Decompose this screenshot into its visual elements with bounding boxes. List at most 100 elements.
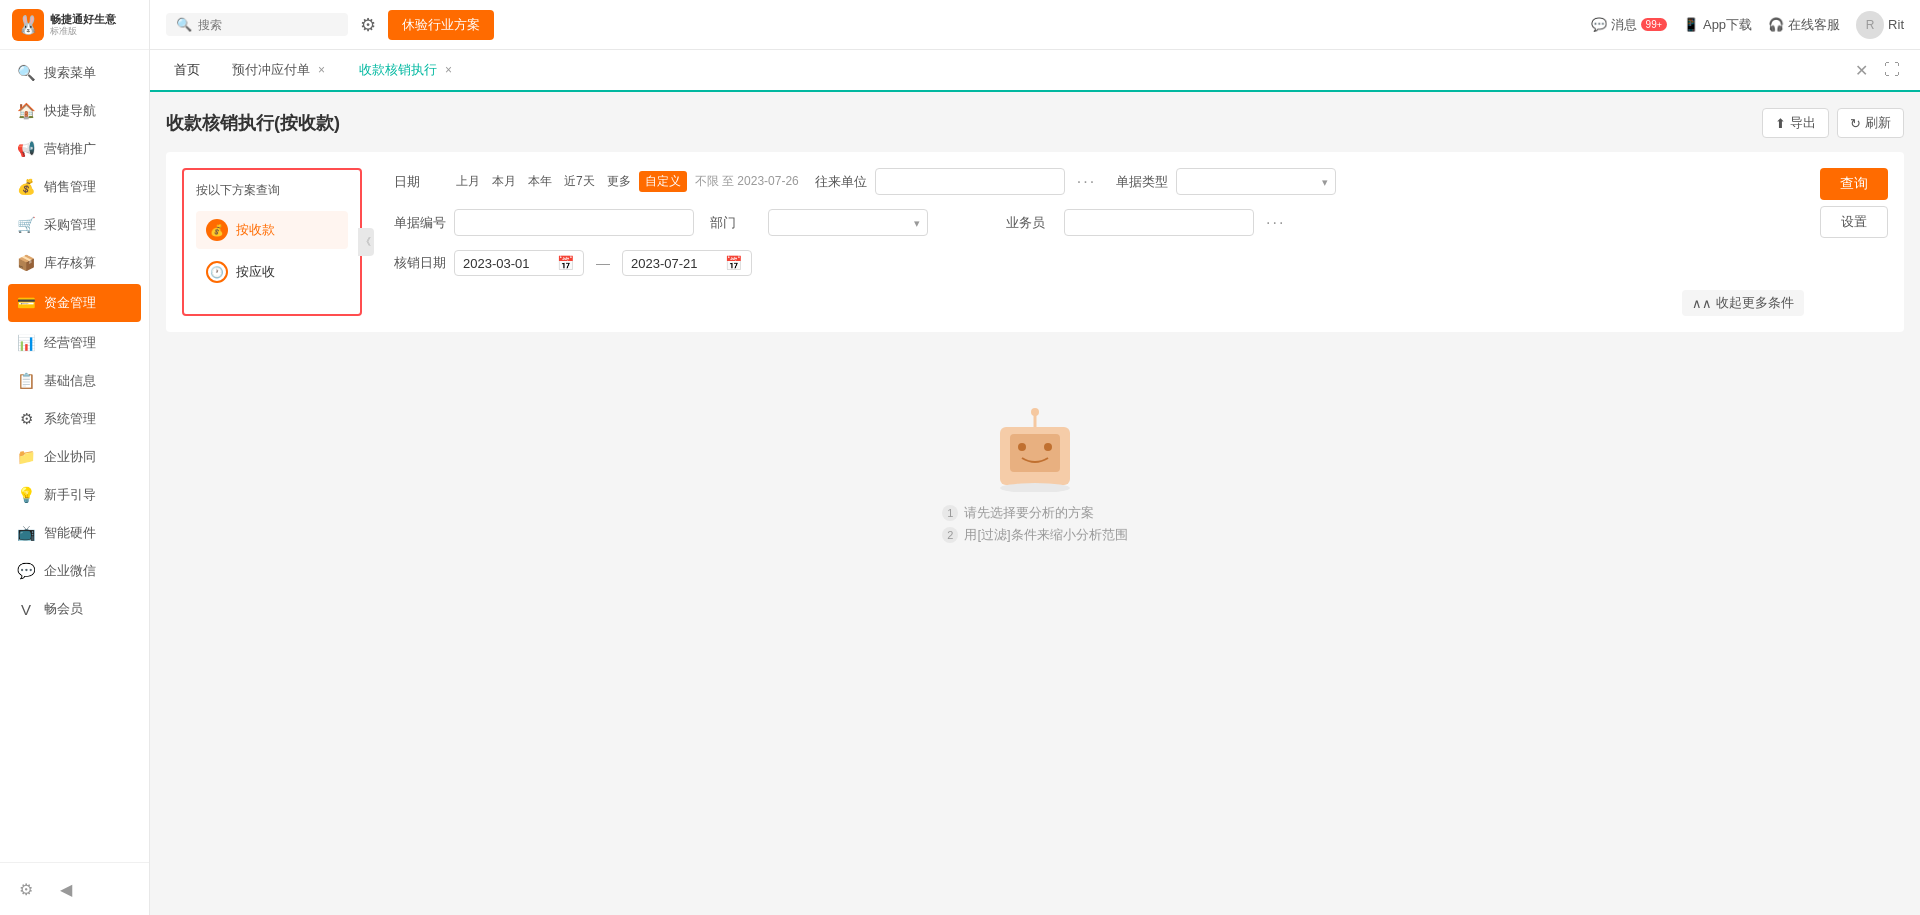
finance-label: 资金管理 bbox=[44, 294, 96, 312]
system-icon: ⚙ bbox=[16, 410, 36, 428]
sidebar-item-operations[interactable]: 📊 经营管理 bbox=[0, 324, 149, 362]
topbar: 🔍 ⚙ 休验行业方案 💬 消息 99+ 📱 App下载 🎧 在线客服 R Rit bbox=[150, 0, 1920, 50]
enterprise-label: 企业协同 bbox=[44, 448, 96, 466]
filter-by-receivable-option[interactable]: 🕐 按应收 bbox=[196, 253, 348, 291]
sales-icon: 💰 bbox=[16, 178, 36, 196]
dept-label: 部门 bbox=[710, 214, 760, 232]
sidebar-item-enterprise[interactable]: 📁 企业协同 bbox=[0, 438, 149, 476]
sidebar-item-basic-info[interactable]: 📋 基础信息 bbox=[0, 362, 149, 400]
page-content: 收款核销执行(按收款) ⬆ 导出 ↻ 刷新 按以下方案查询 💰 按收款 bbox=[150, 92, 1920, 915]
sidebar-item-inventory[interactable]: 📦 库存核算 bbox=[0, 244, 149, 282]
tab-prepay[interactable]: 预付冲应付单 × bbox=[216, 50, 343, 92]
empty-hint-2: 2 用[过滤]条件来缩小分析范围 bbox=[942, 526, 1127, 544]
user-avatar-area[interactable]: R Rit bbox=[1856, 11, 1904, 39]
sidebar-item-quick-nav[interactable]: 🏠 快捷导航 bbox=[0, 92, 149, 130]
purchase-icon: 🛒 bbox=[16, 216, 36, 234]
solution-button[interactable]: 休验行业方案 bbox=[388, 10, 494, 40]
sidebar-item-sales[interactable]: 💰 销售管理 bbox=[0, 168, 149, 206]
search-menu-label: 搜索菜单 bbox=[44, 64, 96, 82]
sidebar-item-guide[interactable]: 💡 新手引导 bbox=[0, 476, 149, 514]
export-button[interactable]: ⬆ 导出 bbox=[1762, 108, 1829, 138]
sidebar-nav: 🔍 搜索菜单 🏠 快捷导航 📢 营销推广 💰 销售管理 🛒 采购管理 📦 库存核… bbox=[0, 50, 149, 862]
filter-date-field: 日期 上月 本月 本年 近7天 更多 自定义 不限 至 2023-07-26 bbox=[394, 171, 799, 192]
tab-writeoff-label: 收款核销执行 bbox=[359, 61, 437, 79]
online-service-icon: 🎧 bbox=[1768, 17, 1784, 32]
sidebar-item-system[interactable]: ⚙ 系统管理 bbox=[0, 400, 149, 438]
partner-more-btn[interactable]: ··· bbox=[1073, 173, 1100, 191]
filter-collapse-button[interactable]: 《 bbox=[358, 228, 374, 256]
setting-button[interactable]: 设置 bbox=[1820, 206, 1888, 238]
sidebar-item-wechat[interactable]: 💬 企业微信 bbox=[0, 552, 149, 590]
user-avatar: R bbox=[1856, 11, 1884, 39]
hint-num-2: 2 bbox=[942, 527, 958, 543]
date-shortcut-custom[interactable]: 自定义 bbox=[639, 171, 687, 192]
hardware-label: 智能硬件 bbox=[44, 524, 96, 542]
sidebar-collapse-btn[interactable]: ◀ bbox=[50, 873, 82, 905]
query-button[interactable]: 查询 bbox=[1820, 168, 1888, 200]
page-title: 收款核销执行(按收款) bbox=[166, 111, 340, 135]
writeoff-date-end-input[interactable] bbox=[631, 256, 721, 271]
message-btn[interactable]: 💬 消息 99+ bbox=[1591, 16, 1667, 34]
staff-more-btn[interactable]: ··· bbox=[1262, 214, 1289, 232]
topbar-gear-icon[interactable]: ⚙ bbox=[360, 14, 376, 36]
guide-icon: 💡 bbox=[16, 486, 36, 504]
guide-label: 新手引导 bbox=[44, 486, 96, 504]
dept-select[interactable] bbox=[768, 209, 928, 236]
doctype-label: 单据类型 bbox=[1116, 173, 1168, 191]
staff-input[interactable] bbox=[1064, 209, 1254, 236]
tab-writeoff[interactable]: 收款核销执行 × bbox=[343, 50, 470, 92]
main-area: 🔍 ⚙ 休验行业方案 💬 消息 99+ 📱 App下载 🎧 在线客服 R Rit bbox=[150, 0, 1920, 915]
tab-prepay-close[interactable]: × bbox=[316, 61, 327, 79]
hint-num-1: 1 bbox=[942, 505, 958, 521]
sidebar-item-marketing[interactable]: 📢 营销推广 bbox=[0, 130, 149, 168]
sidebar-item-hardware[interactable]: 📺 智能硬件 bbox=[0, 514, 149, 552]
app-download-btn[interactable]: 📱 App下载 bbox=[1683, 16, 1752, 34]
svg-point-3 bbox=[1044, 443, 1052, 451]
sidebar-item-member[interactable]: V 畅会员 bbox=[0, 590, 149, 628]
tab-expand-btn[interactable]: ⛶ bbox=[1880, 57, 1904, 83]
date-shortcut-7days[interactable]: 近7天 bbox=[560, 171, 599, 192]
partner-input[interactable] bbox=[875, 168, 1065, 195]
writeoff-date-start-input[interactable] bbox=[463, 256, 553, 271]
sidebar-item-purchase[interactable]: 🛒 采购管理 bbox=[0, 206, 149, 244]
refresh-icon: ↻ bbox=[1850, 116, 1861, 131]
search-input[interactable] bbox=[198, 18, 338, 32]
logo-icon: 🐰 bbox=[12, 9, 44, 41]
online-service-btn[interactable]: 🎧 在线客服 bbox=[1768, 16, 1840, 34]
user-name: Rit bbox=[1888, 17, 1904, 32]
tab-home[interactable]: 首页 bbox=[158, 50, 216, 92]
writeoff-date-start-calendar-icon[interactable]: 📅 bbox=[557, 255, 574, 271]
marketing-label: 营销推广 bbox=[44, 140, 96, 158]
sidebar-logo: 🐰 畅捷通好生意 标准版 bbox=[0, 0, 149, 50]
sales-label: 销售管理 bbox=[44, 178, 96, 196]
sidebar-item-finance[interactable]: 💳 资金管理 bbox=[8, 284, 141, 322]
filter-by-receipt-option[interactable]: 💰 按收款 bbox=[196, 211, 348, 249]
tab-close-all-btn[interactable]: ✕ bbox=[1851, 57, 1872, 84]
writeoff-date-end-calendar-icon[interactable]: 📅 bbox=[725, 255, 742, 271]
filter-row-2: 单据编号 部门 bbox=[394, 209, 1804, 236]
tab-writeoff-close[interactable]: × bbox=[443, 61, 454, 79]
tab-bar-right-actions: ✕ ⛶ bbox=[1843, 50, 1912, 90]
empty-state-hints: 1 请先选择要分析的方案 2 用[过滤]条件来缩小分析范围 bbox=[942, 504, 1127, 544]
doctype-select[interactable] bbox=[1176, 168, 1336, 195]
refresh-button[interactable]: ↻ 刷新 bbox=[1837, 108, 1904, 138]
date-shortcut-this-month[interactable]: 本月 bbox=[488, 171, 520, 192]
svg-rect-1 bbox=[1010, 434, 1060, 472]
app-download-label: App下载 bbox=[1703, 16, 1752, 34]
sidebar-settings-btn[interactable]: ⚙ bbox=[10, 873, 42, 905]
svg-point-2 bbox=[1018, 443, 1026, 451]
date-shortcut-more[interactable]: 更多 bbox=[603, 171, 635, 192]
system-label: 系统管理 bbox=[44, 410, 96, 428]
hardware-icon: 📺 bbox=[16, 524, 36, 542]
sidebar-item-search-menu[interactable]: 🔍 搜索菜单 bbox=[0, 54, 149, 92]
tab-home-label: 首页 bbox=[174, 61, 200, 79]
collapse-more-button[interactable]: ∧∧ 收起更多条件 bbox=[1682, 290, 1804, 316]
marketing-icon: 📢 bbox=[16, 140, 36, 158]
date-shortcut-last-month[interactable]: 上月 bbox=[452, 171, 484, 192]
docno-input[interactable] bbox=[454, 209, 694, 236]
date-shortcut-this-year[interactable]: 本年 bbox=[524, 171, 556, 192]
filter-partner-field: 往来单位 ··· bbox=[815, 168, 1100, 195]
purchase-label: 采购管理 bbox=[44, 216, 96, 234]
filter-docno-field: 单据编号 bbox=[394, 209, 694, 236]
topbar-search-box[interactable]: 🔍 bbox=[166, 13, 348, 36]
